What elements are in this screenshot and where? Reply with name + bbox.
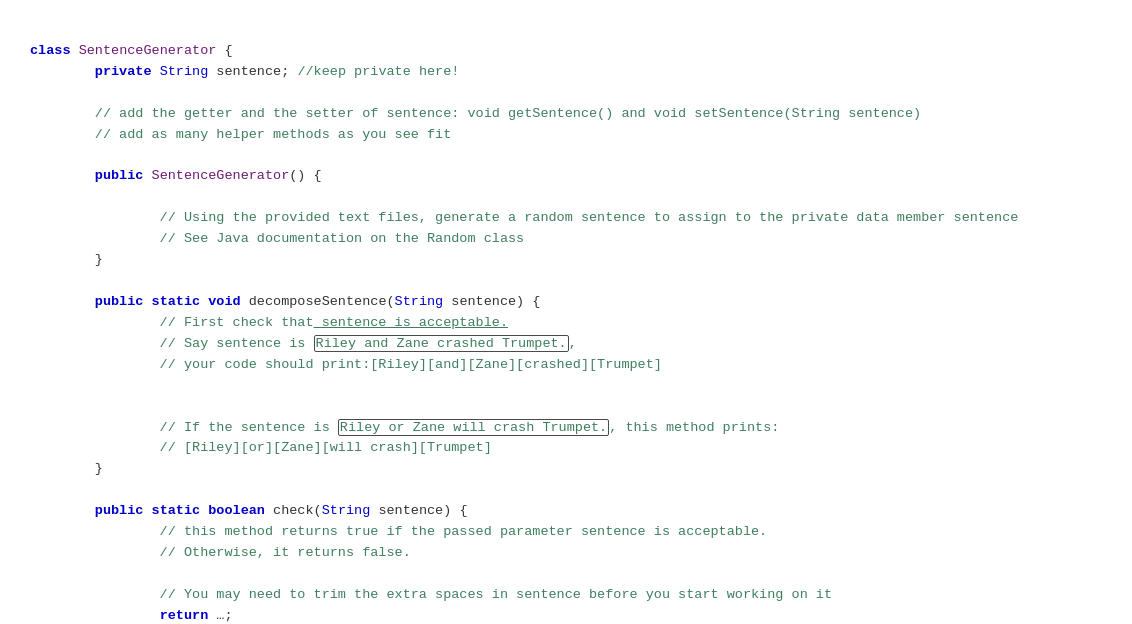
comment-trim-spaces: // You may need to trim the extra spaces… [30,587,832,602]
comment-boxed-1: Riley and Zane crashed Trumpet. [314,335,569,352]
keyword-static-2: static [152,503,201,518]
comment-if-sentence: // If the sentence is [30,420,338,435]
type-string-3: String [322,503,371,518]
comment-say-sentence: // Say sentence is [30,336,314,351]
comment-keep-private: //keep private here! [297,64,459,79]
keyword-class: class [30,43,71,58]
keyword-static-1: static [152,294,201,309]
type-string-2: String [395,294,444,309]
keyword-void-1: void [208,294,240,309]
comment-returns-true: // this method returns true if the passe… [30,524,767,539]
type-string: String [160,64,209,79]
keyword-return: return [160,608,209,623]
comment-boxed-2: Riley or Zane will crash Trumpet. [338,419,609,436]
comment-sentence-acceptable: sentence is acceptable. [314,315,508,330]
comment-riley-or: // [Riley][or][Zane][will crash][Trumpet… [30,440,492,455]
comment-helper-methods: // add as many helper methods as you see… [30,127,451,142]
keyword-public-2: public [95,294,144,309]
keyword-public-1: public [95,168,144,183]
class-name: SentenceGenerator [79,43,217,58]
code-editor: class SentenceGenerator { private String… [30,20,1102,624]
keyword-private: private [95,64,152,79]
constructor-name: SentenceGenerator [152,168,290,183]
comment-getter-setter: // add the getter and the setter of sent… [30,106,921,121]
comment-using-text-files: // Using the provided text files, genera… [30,210,1018,225]
comment-your-code: // your code should print:[Riley][and][Z… [30,357,662,372]
comment-first-check: // First check that [30,315,314,330]
comment-returns-false: // Otherwise, it returns false. [30,545,411,560]
keyword-boolean: boolean [208,503,265,518]
comment-see-java-doc: // See Java documentation on the Random … [30,231,524,246]
keyword-public-3: public [95,503,144,518]
